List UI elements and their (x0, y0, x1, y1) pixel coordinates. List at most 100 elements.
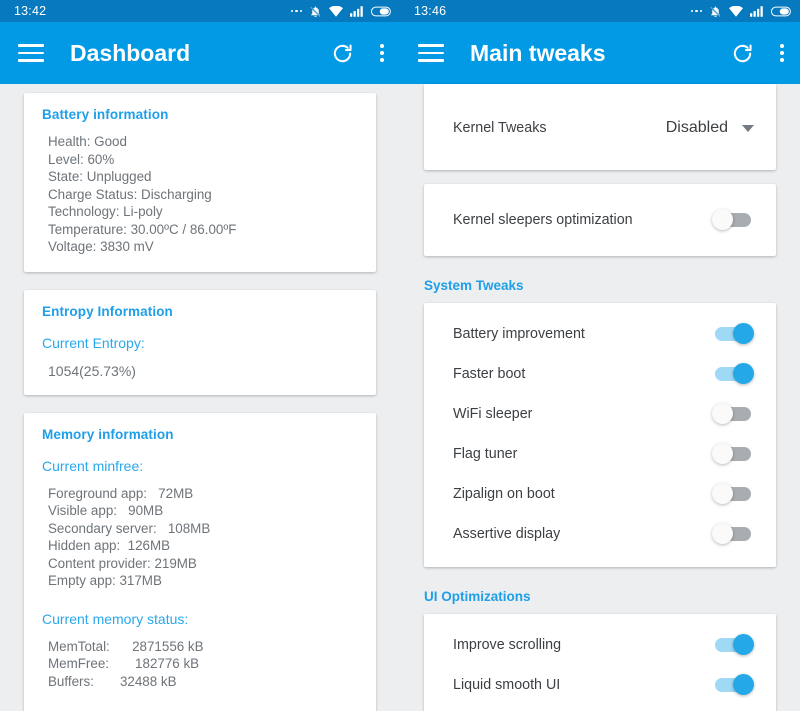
hamburger-icon[interactable] (418, 44, 444, 62)
battery-health: Health: Good (48, 134, 127, 149)
current-minfree-label: Current minfree: (42, 457, 144, 474)
row-improve-scrolling[interactable]: Improve scrolling (424, 625, 776, 665)
status-time: 13:42 (14, 4, 47, 18)
more-dots-icon (290, 9, 302, 13)
status-time: 13:46 (414, 4, 447, 18)
memtotal: MemTotal: 2871556 kB (48, 638, 204, 654)
section-label-ui-optimizations: UI Optimizations (424, 589, 531, 604)
kernel-sleepers-toggle[interactable] (712, 209, 754, 231)
app-bar-actions-right (731, 42, 786, 65)
faster-boot-toggle[interactable] (712, 363, 754, 385)
status-icons-right (690, 5, 793, 18)
battery-icon (371, 6, 391, 16)
buffers: Buffers: 32488 kB (48, 673, 177, 689)
kernel-tweaks-label: Kernel Tweaks (453, 120, 547, 136)
minfree-empty-app: Empty app: 317MB (48, 573, 162, 588)
refresh-icon[interactable] (331, 42, 354, 65)
page-title: Dashboard (70, 39, 191, 66)
card-ui-optimizations: Improve scrolling Liquid smooth UI (424, 614, 776, 711)
improve-scrolling-label: Improve scrolling (453, 637, 562, 653)
minfree-visible-app: Visible app: 90MB (48, 503, 164, 518)
current-entropy-value: 1054(25.73%) (48, 362, 136, 379)
signal-icon (350, 5, 363, 17)
status-icons-left (290, 5, 393, 18)
row-battery-improvement[interactable]: Battery improvement (424, 314, 776, 354)
app-bar-right: Main tweaks (400, 22, 800, 86)
screen-main-tweaks: 13:46 Main tweaks Kernel Tweaks Disabled… (400, 0, 800, 711)
flag-tuner-label: Flag tuner (453, 446, 518, 462)
battery-level: Level: 60% (48, 151, 115, 167)
app-bar-left: Dashboard (0, 22, 400, 86)
zipalign-on-boot-label: Zipalign on boot (453, 486, 555, 502)
minfree-foreground-app: Foreground app: 72MB (48, 485, 194, 501)
improve-scrolling-toggle[interactable] (712, 634, 754, 656)
memory-status-details: MemTotal: 2871556 kB MemFree: 182776 kB … (42, 638, 358, 691)
kernel-tweaks-value: Disabled (665, 119, 728, 136)
minfree-details: Foreground app: 72MB Visible app: 90MB S… (42, 485, 358, 590)
battery-voltage: Voltage: 3830 mV (48, 239, 154, 254)
card-kernel-sleepers: Kernel sleepers optimization (424, 184, 776, 256)
page-title: Main tweaks (470, 39, 606, 66)
silent-bell-icon (309, 5, 321, 17)
kernel-sleepers-toggle-wrap (712, 209, 754, 231)
row-zipalign-on-boot[interactable]: Zipalign on boot (424, 474, 776, 514)
row-flag-tuner[interactable]: Flag tuner (424, 434, 776, 474)
battery-improvement-label: Battery improvement (453, 326, 585, 342)
card-memory-information: Memory information Current minfree: Fore… (24, 412, 376, 711)
card-title: Memory information (42, 426, 174, 442)
liquid-smooth-ui-toggle[interactable] (712, 674, 754, 696)
card-system-tweaks: Battery improvement Faster boot WiFi sle… (424, 303, 776, 567)
card-title: Entropy Information (42, 303, 173, 319)
battery-details: Health: Good Level: 60% State: Unplugged… (42, 133, 358, 256)
battery-state: State: Unplugged (48, 169, 152, 184)
row-assertive-display[interactable]: Assertive display (424, 514, 776, 554)
main-tweaks-scroll-content[interactable]: Kernel Tweaks Disabled Kernel sleepers o… (400, 84, 800, 711)
dual-screenshot-container: 13:42 Dashboard Battery information Heal… (0, 0, 800, 711)
card-battery-information: Battery information Health: Good Level: … (24, 93, 376, 272)
battery-icon (771, 6, 791, 16)
card-kernel-tweaks: Kernel Tweaks Disabled (424, 84, 776, 170)
minfree-hidden-app: Hidden app: 126MB (48, 538, 171, 553)
wifi-sleeper-toggle[interactable] (712, 403, 754, 425)
hamburger-icon[interactable] (18, 44, 44, 62)
row-kernel-sleepers-optimization[interactable]: Kernel sleepers optimization (424, 200, 776, 240)
current-entropy-label: Current Entropy: (42, 334, 145, 351)
battery-charge-status: Charge Status: Discharging (48, 186, 212, 202)
row-wifi-sleeper[interactable]: WiFi sleeper (424, 394, 776, 434)
section-label-system-tweaks: System Tweaks (424, 278, 524, 293)
screen-dashboard: 13:42 Dashboard Battery information Heal… (0, 0, 400, 711)
faster-boot-label: Faster boot (453, 366, 526, 382)
wifi-icon (329, 5, 343, 17)
flag-tuner-toggle[interactable] (712, 443, 754, 465)
kebab-menu-icon[interactable] (374, 42, 386, 65)
battery-temperature: Temperature: 30.00ºC / 86.00ºF (48, 221, 237, 237)
battery-technology: Technology: Li-poly (48, 204, 163, 219)
card-title: Battery information (42, 107, 169, 122)
row-kernel-tweaks[interactable]: Kernel Tweaks Disabled (424, 108, 776, 148)
row-faster-boot[interactable]: Faster boot (424, 354, 776, 394)
wifi-icon (729, 5, 743, 17)
dashboard-scroll-content[interactable]: Battery information Health: Good Level: … (0, 84, 400, 711)
kebab-menu-icon[interactable] (774, 42, 786, 65)
row-liquid-smooth-ui[interactable]: Liquid smooth UI (424, 665, 776, 705)
status-bar-left: 13:42 (0, 0, 400, 22)
current-memory-status-label: Current memory status: (42, 610, 189, 627)
minfree-secondary-server: Secondary server: 108MB (48, 520, 211, 536)
silent-bell-icon (709, 5, 721, 17)
zipalign-on-boot-toggle[interactable] (712, 483, 754, 505)
signal-icon (750, 5, 763, 17)
card-entropy-information: Entropy Information Current Entropy: 105… (24, 289, 376, 395)
status-bar-right: 13:46 (400, 0, 800, 22)
memfree: MemFree: 182776 kB (48, 656, 200, 671)
kernel-sleepers-label: Kernel sleepers optimization (453, 212, 633, 228)
battery-improvement-toggle[interactable] (712, 323, 754, 345)
minfree-content-provider: Content provider: 219MB (48, 555, 197, 571)
liquid-smooth-ui-label: Liquid smooth UI (453, 677, 561, 693)
refresh-icon[interactable] (731, 42, 754, 65)
kernel-tweaks-dropdown[interactable]: Disabled (666, 119, 754, 137)
chevron-down-icon[interactable] (742, 124, 754, 132)
assertive-display-toggle[interactable] (712, 523, 754, 545)
app-bar-actions-left (331, 42, 386, 65)
wifi-sleeper-label: WiFi sleeper (453, 406, 533, 422)
assertive-display-label: Assertive display (453, 526, 561, 542)
